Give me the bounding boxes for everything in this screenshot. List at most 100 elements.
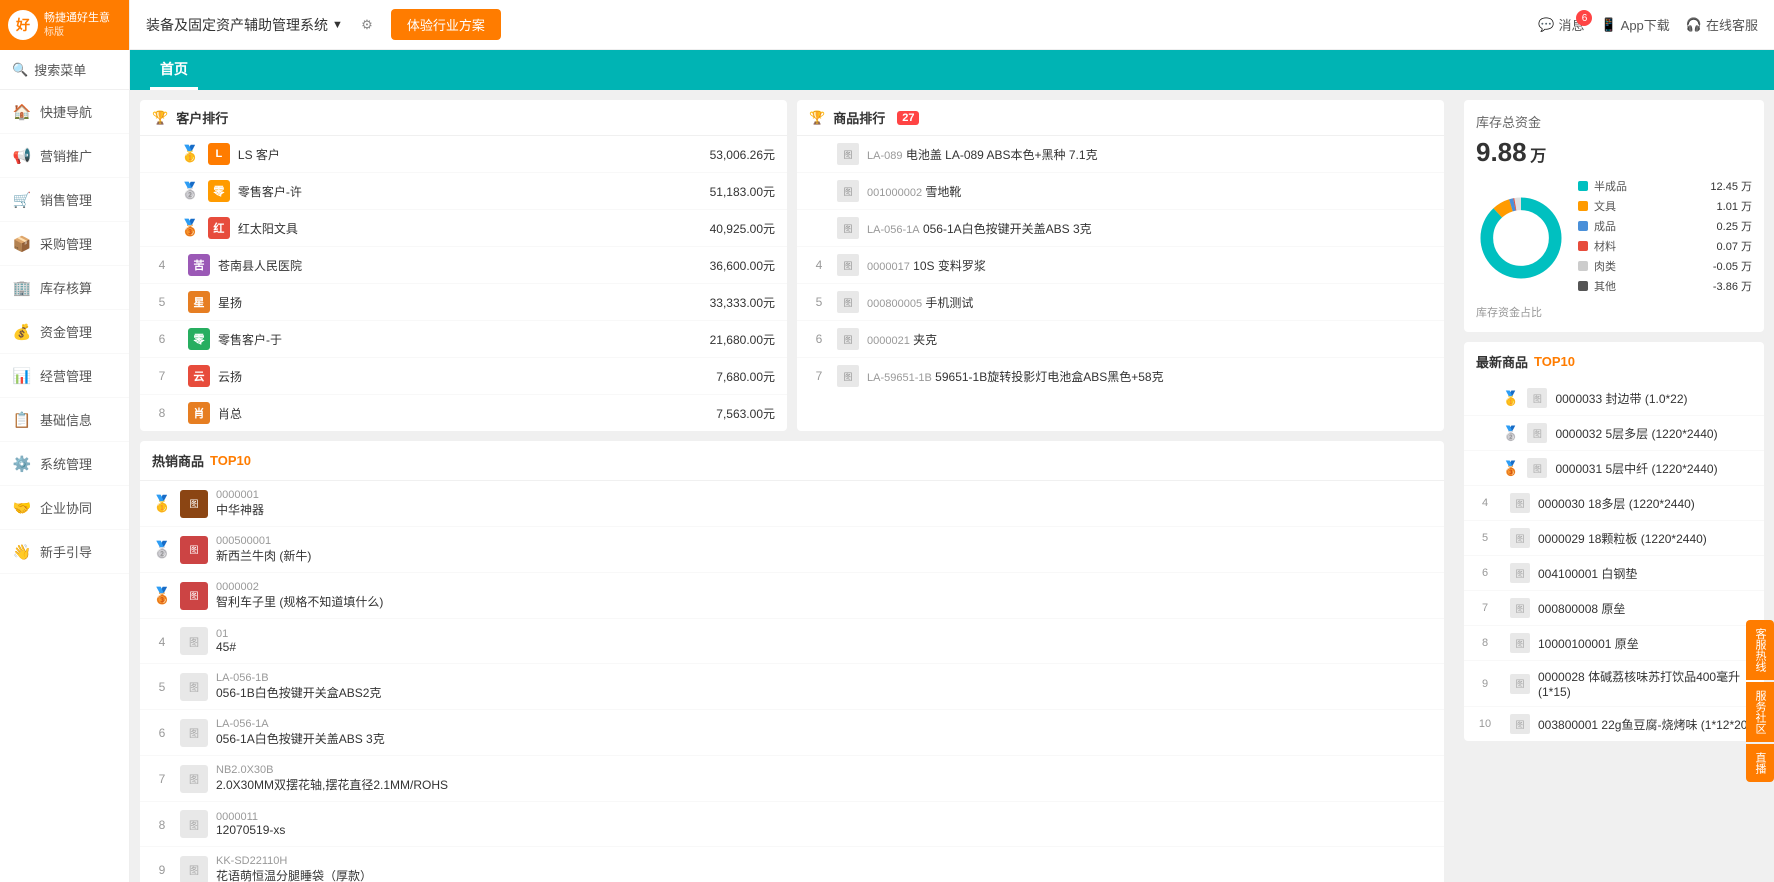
headset-icon: 🎧 — [1686, 17, 1702, 33]
marketing-icon: 📢 — [12, 147, 32, 165]
hot-prod-name: 056-1B白色按键开关盒ABS2克 — [216, 684, 1432, 701]
hot-products-panel: 热销商品 TOP10 🥇 图 0000001 中华神器 🥈 图 00050000… — [140, 441, 1444, 882]
cs-live[interactable]: 直播 — [1746, 744, 1774, 782]
np-rank-number: 4 — [1476, 497, 1494, 509]
trial-button[interactable]: 体验行业方案 — [391, 9, 501, 40]
np-thumbnail: 图 — [1510, 633, 1530, 653]
phone-icon: 📱 — [1600, 17, 1616, 33]
new-product-row: 8 图 10000100001 原垒 — [1464, 626, 1764, 661]
legend-value: 0.25 万 — [1717, 218, 1752, 234]
hot-rank: 🥈 — [152, 540, 172, 560]
new-product-row: 🥇 图 0000033 封边带 (1.0*22) — [1464, 381, 1764, 416]
rank-avatar: 云 — [188, 365, 210, 387]
prod-code: 000800005 — [867, 298, 922, 310]
system-title-dropdown[interactable]: 装备及固定资产辅助管理系统 ▼ — [146, 15, 343, 35]
legend-value: -0.05 万 — [1713, 258, 1752, 274]
hot-prod-code: LA-056-1A — [216, 718, 1432, 730]
hot-prod-name: 12070519-xs — [216, 823, 1432, 837]
hot-prod-name: 中华神器 — [216, 501, 1432, 518]
legend-value: 0.07 万 — [1717, 238, 1752, 254]
operations-icon: 📊 — [12, 367, 32, 385]
cooperation-icon: 🤝 — [12, 499, 32, 517]
hot-rank-num: 7 — [159, 772, 166, 786]
legend-dot — [1578, 281, 1588, 291]
notifications-button[interactable]: 💬 消息 6 — [1538, 15, 1584, 34]
prod-name: 056-1A白色按键开关盖ABS 3克 — [923, 222, 1092, 236]
customer-ranking-list: 🥇 L LS 客户 53,006.26元 🥈 零 零售客户-许 51,183.0… — [140, 136, 787, 431]
nav-finance[interactable]: 💰 资金管理 — [0, 310, 129, 354]
customer-name: 零售客户-许 — [238, 183, 702, 200]
hot-product-row: 🥇 图 0000001 中华神器 — [140, 481, 1444, 527]
product-trophy-icon: 🏆 — [809, 110, 825, 126]
hot-product-row: 7 图 NB2.0X30B 2.0X30MM双摆花轴,摆花直径2.1MM/ROH… — [140, 756, 1444, 802]
home-icon: 🏠 — [12, 103, 32, 121]
np-name: 原垒 — [1601, 602, 1625, 616]
search-menu[interactable]: 🔍 搜索菜单 — [0, 50, 129, 90]
hot-rank-num: 4 — [159, 635, 166, 649]
inventory-value: 9.88 — [1476, 137, 1527, 167]
rank-number: 4 — [152, 258, 172, 272]
nav-operations[interactable]: 📊 经营管理 — [0, 354, 129, 398]
online-service-button[interactable]: 🎧 在线客服 — [1686, 15, 1758, 34]
prod-name: 10S 变料罗浆 — [913, 259, 986, 273]
cs-hotline[interactable]: 客服热线 — [1746, 620, 1774, 680]
nav-basic-info[interactable]: 📋 基础信息 — [0, 398, 129, 442]
customer-name: 肖总 — [218, 405, 708, 422]
customer-name: 红太阳文具 — [238, 220, 702, 237]
legend-item: 材料 0.07 万 — [1578, 238, 1752, 254]
product-rank-row: 图 001000002 雪地靴 — [797, 173, 1444, 210]
hot-prod-code: 0000001 — [216, 489, 1432, 501]
customer-rank-row: 8 肖 肖总 7,563.00元 — [140, 395, 787, 431]
legend-dot — [1578, 241, 1588, 251]
app-download-button[interactable]: 📱 App下载 — [1600, 15, 1669, 34]
nav-system[interactable]: ⚙️ 系统管理 — [0, 442, 129, 486]
hot-prod-thumbnail: 图 — [180, 810, 208, 838]
hot-products-row: 热销商品 TOP10 🥇 图 0000001 中华神器 🥈 图 00050000… — [140, 441, 1444, 882]
cs-community[interactable]: 服务社区 — [1746, 682, 1774, 742]
hot-rank: 4 — [152, 634, 172, 649]
new-product-row: 6 图 004100001 白钢垫 — [1464, 556, 1764, 591]
topbar-right: 💬 消息 6 📱 App下载 🎧 在线客服 — [1538, 15, 1758, 34]
np-thumbnail: 图 — [1510, 714, 1530, 734]
hot-rank: 🥉 — [152, 586, 172, 606]
np-rank-number: 10 — [1476, 718, 1494, 730]
prod-name: 雪地靴 — [925, 185, 961, 199]
hot-prod-thumbnail: 图 — [180, 765, 208, 793]
prod-thumbnail: 图 — [837, 328, 859, 350]
prod-code: 001000002 — [867, 187, 922, 199]
trophy-icon: 🏆 — [152, 110, 168, 126]
np-thumbnail: 图 — [1510, 528, 1530, 548]
hot-prod-code: 000500001 — [216, 535, 1432, 547]
home-tab[interactable]: 首页 — [150, 50, 198, 90]
prod-rank-number: 5 — [809, 295, 829, 309]
right-panel: 库存总资金 9.88 万 — [1454, 90, 1774, 882]
nav-marketing[interactable]: 📢 营销推广 — [0, 134, 129, 178]
finance-icon: 💰 — [12, 323, 32, 341]
customer-name: 苍南县人民医院 — [218, 257, 702, 274]
hot-prod-code: KK-SD22110H — [216, 855, 1432, 867]
customer-amount: 21,680.00元 — [710, 331, 775, 348]
hot-prod-thumbnail: 图 — [180, 856, 208, 882]
nav-inventory[interactable]: 🏢 库存核算 — [0, 266, 129, 310]
nav-purchase[interactable]: 📦 采购管理 — [0, 222, 129, 266]
rank-avatar: 零 — [208, 180, 230, 202]
product-rank-row: 4 图 0000017 10S 变料罗浆 — [797, 247, 1444, 284]
settings-button[interactable]: ⚙ — [353, 11, 381, 39]
chart-legend: 半成品 12.45 万 文具 1.01 万 成品 0.25 万 材料 0.07 … — [1578, 178, 1752, 298]
prod-name: 电池盖 LA-089 ABS本色+黑种 7.1克 — [906, 148, 1098, 162]
main-container: 装备及固定资产辅助管理系统 ▼ ⚙ 体验行业方案 💬 消息 6 📱 App下载 … — [130, 0, 1774, 882]
hot-rank: 8 — [152, 817, 172, 832]
nav-sales[interactable]: 🛒 销售管理 — [0, 178, 129, 222]
nav-cooperation[interactable]: 🤝 企业协同 — [0, 486, 129, 530]
prod-thumbnail: 图 — [837, 254, 859, 276]
nav-quick-nav[interactable]: 🏠 快捷导航 — [0, 90, 129, 134]
inventory-chart-area: 半成品 12.45 万 文具 1.01 万 成品 0.25 万 材料 0.07 … — [1476, 178, 1752, 298]
nav-guide[interactable]: 👋 新手引导 — [0, 530, 129, 574]
np-thumbnail: 图 — [1527, 423, 1547, 443]
np-code: 000800008 — [1538, 602, 1598, 616]
np-code: 0000032 — [1555, 427, 1602, 441]
notification-badge: 6 — [1576, 10, 1592, 26]
np-medal: 🥈 — [1502, 425, 1519, 442]
np-name: 5层中纤 (1220*2440) — [1606, 462, 1718, 476]
hot-prod-thumbnail: 图 — [180, 627, 208, 655]
